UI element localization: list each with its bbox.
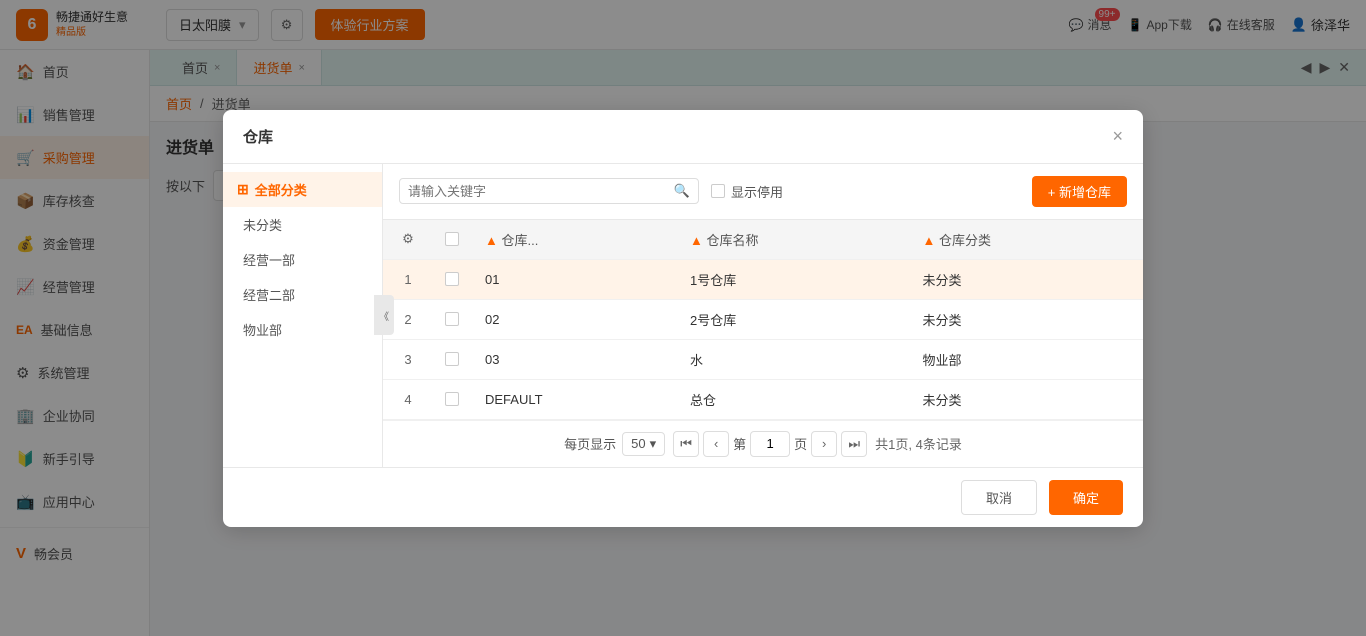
search-input[interactable] [408, 184, 674, 199]
table-panel: 🔍 显示停用 + 新增仓库 ⚙ [383, 164, 1143, 467]
next-page-button[interactable]: › [811, 431, 837, 457]
row-name-4: 总仓 [678, 379, 911, 419]
row-code-1: 01 [473, 259, 678, 299]
row-category-3: 物业部 [910, 339, 1143, 379]
row-category-4: 未分类 [910, 379, 1143, 419]
modal-close-button[interactable]: × [1112, 127, 1123, 145]
page-number-input[interactable] [750, 431, 790, 457]
table-row[interactable]: 4 DEFAULT 总仓 未分类 [383, 379, 1143, 419]
confirm-button[interactable]: 确定 [1049, 480, 1123, 515]
search-input-wrap: 🔍 [399, 178, 699, 204]
collapse-panel-button[interactable]: 《 [374, 295, 394, 335]
row-checkbox-1[interactable] [433, 259, 473, 299]
grid-icon: ⊞ [237, 181, 249, 198]
col-settings[interactable]: ⚙ [383, 220, 433, 260]
select-all-checkbox[interactable] [445, 232, 459, 246]
row-num-1: 1 [383, 259, 433, 299]
table-row[interactable]: 3 03 水 物业部 [383, 339, 1143, 379]
row-name-1: 1号仓库 [678, 259, 911, 299]
table-row[interactable]: 2 02 2号仓库 未分类 [383, 299, 1143, 339]
pagination: 每页显示 50 ▾ ⏮ ‹ 第 页 › ⏭ [383, 420, 1143, 467]
page-info: 共1页, 4条记录 [875, 434, 962, 453]
page-size-select: 每页显示 50 ▾ [564, 432, 665, 456]
first-page-button[interactable]: ⏮ [673, 431, 699, 457]
prev-page-button[interactable]: ‹ [703, 431, 729, 457]
row-code-3: 03 [473, 339, 678, 379]
data-table: ⚙ ▲ 仓库... ▲ 仓库名称 [383, 220, 1143, 420]
row-category-1: 未分类 [910, 259, 1143, 299]
modal-title: 仓库 [243, 126, 273, 147]
row-name-3: 水 [678, 339, 911, 379]
col-code: ▲ 仓库... [473, 220, 678, 260]
modal-header: 仓库 × [223, 110, 1143, 164]
row-checkbox-4[interactable] [433, 379, 473, 419]
modal-footer: 取消 确定 [223, 467, 1143, 527]
show-disabled-checkbox[interactable]: 显示停用 [711, 182, 783, 201]
row-code-2: 02 [473, 299, 678, 339]
search-bar: 🔍 显示停用 + 新增仓库 [383, 164, 1143, 220]
cancel-button[interactable]: 取消 [961, 480, 1037, 515]
row-category-2: 未分类 [910, 299, 1143, 339]
category-all-item[interactable]: ⊞ 全部分类 [223, 172, 382, 207]
page-navigation: ⏮ ‹ 第 页 › ⏭ [673, 431, 867, 457]
row-num-3: 3 [383, 339, 433, 379]
category-panel: ⊞ 全部分类 未分类 经营一部 经营二部 物业部 《 [223, 164, 383, 467]
col-category: ▲ 仓库分类 [910, 220, 1143, 260]
sort-icon-cat[interactable]: ▲ [922, 233, 935, 248]
row-num-4: 4 [383, 379, 433, 419]
modal-body: ⊞ 全部分类 未分类 经营一部 经营二部 物业部 《 [223, 164, 1143, 467]
row-code-4: DEFAULT [473, 379, 678, 419]
warehouse-modal: 仓库 × ⊞ 全部分类 未分类 经营一部 经营二部 [223, 110, 1143, 527]
row-name-2: 2号仓库 [678, 299, 911, 339]
sort-icon[interactable]: ▲ [485, 233, 498, 248]
last-page-button[interactable]: ⏭ [841, 431, 867, 457]
category-business2[interactable]: 经营二部 [223, 277, 382, 312]
disabled-checkbox[interactable] [711, 184, 725, 198]
warehouse-table: ⚙ ▲ 仓库... ▲ 仓库名称 [383, 220, 1143, 420]
add-warehouse-button[interactable]: + 新增仓库 [1032, 176, 1127, 207]
modal-overlay: 仓库 × ⊞ 全部分类 未分类 经营一部 经营二部 [0, 0, 1366, 636]
category-unclassified[interactable]: 未分类 [223, 207, 382, 242]
row-checkbox-2[interactable] [433, 299, 473, 339]
category-property[interactable]: 物业部 [223, 312, 382, 347]
page-size-dropdown[interactable]: 50 ▾ [622, 432, 665, 456]
chevron-down-icon: ▾ [650, 436, 657, 452]
row-checkbox-3[interactable] [433, 339, 473, 379]
sort-icon-name[interactable]: ▲ [690, 233, 703, 248]
table-row[interactable]: 1 01 1号仓库 未分类 [383, 259, 1143, 299]
col-checkbox[interactable] [433, 220, 473, 260]
col-name: ▲ 仓库名称 [678, 220, 911, 260]
search-icon[interactable]: 🔍 [674, 183, 690, 199]
category-business1[interactable]: 经营一部 [223, 242, 382, 277]
